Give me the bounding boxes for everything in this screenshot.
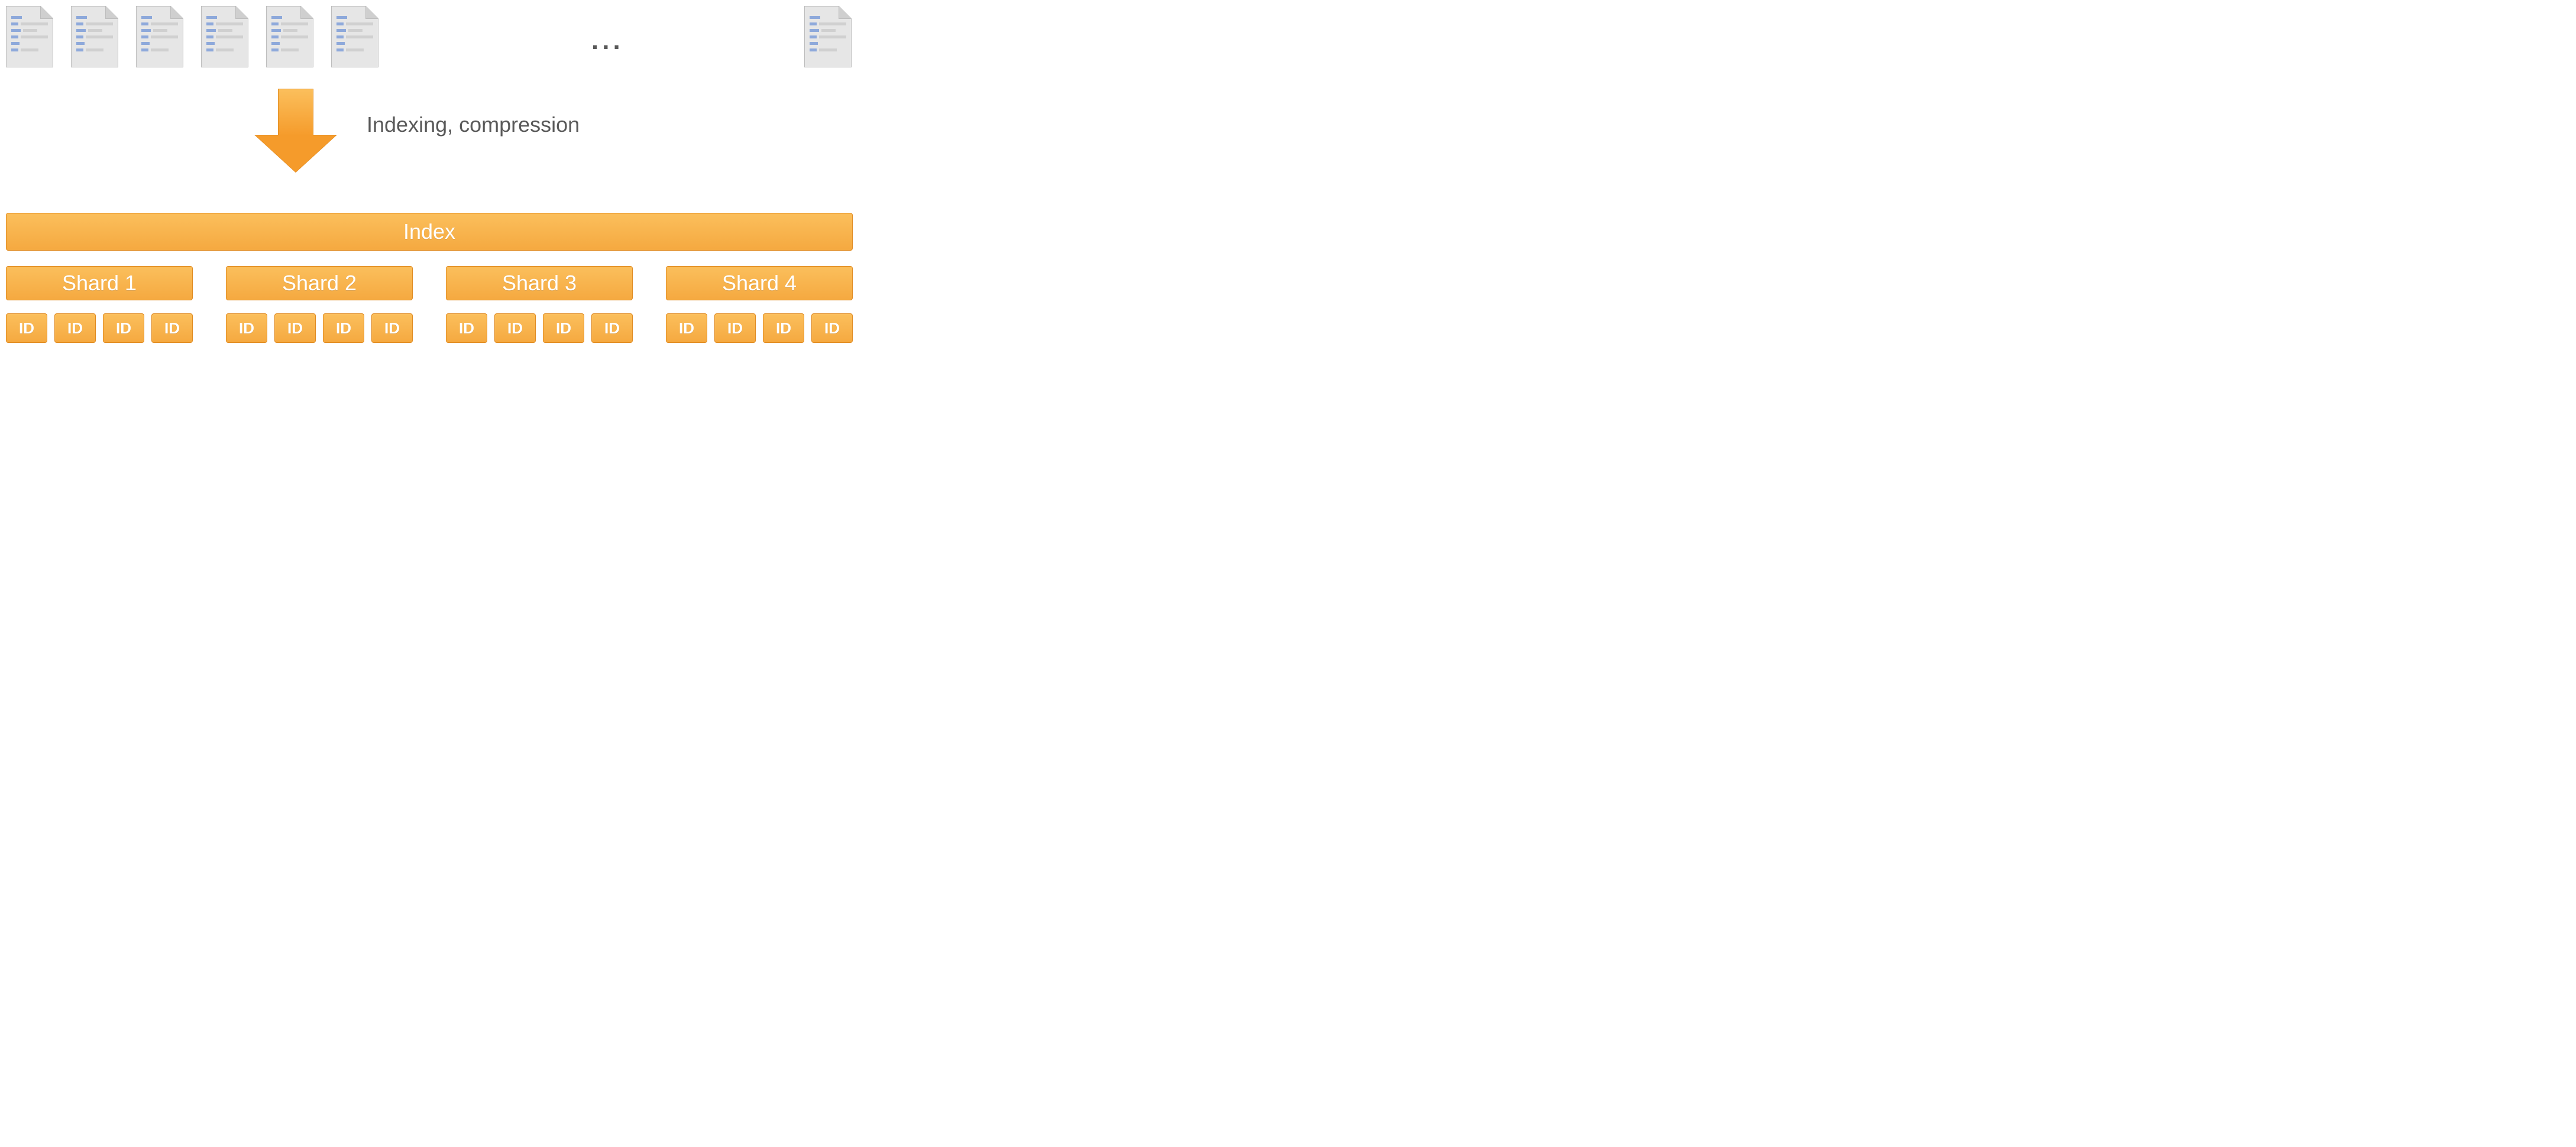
id-box: ID [226, 313, 267, 343]
ellipsis-label: ... [591, 26, 624, 56]
shard-label: Shard 1 [62, 271, 137, 296]
id-box: ID [274, 313, 316, 343]
document-icon [201, 6, 248, 67]
id-box: ID [714, 313, 756, 343]
document-icon [804, 6, 852, 67]
id-box: ID [494, 313, 536, 343]
index-box: Index [6, 213, 853, 251]
id-box: ID [811, 313, 853, 343]
document-icon [266, 6, 313, 67]
shard-label: Shard 2 [282, 271, 357, 296]
document-icon [6, 6, 53, 67]
id-box: ID [371, 313, 413, 343]
down-arrow-icon [255, 89, 336, 173]
id-box: ID [763, 313, 804, 343]
shard-box-2: Shard 2 [226, 266, 413, 300]
shard-box-3: Shard 3 [446, 266, 633, 300]
id-box: ID [591, 313, 633, 343]
id-box: ID [54, 313, 96, 343]
document-icon [136, 6, 183, 67]
id-box: ID [446, 313, 487, 343]
id-box: ID [543, 313, 584, 343]
shard-label: Shard 3 [502, 271, 577, 296]
diagram-canvas: ... Indexing, compression Index Shard 1 … [0, 0, 859, 383]
shard-box-4: Shard 4 [666, 266, 853, 300]
shard-box-1: Shard 1 [6, 266, 193, 300]
id-box: ID [103, 313, 144, 343]
document-icon [331, 6, 378, 67]
shard-label: Shard 4 [722, 271, 797, 296]
index-label: Index [403, 219, 455, 244]
id-box: ID [323, 313, 364, 343]
document-icon [71, 6, 118, 67]
id-box: ID [151, 313, 193, 343]
id-box: ID [666, 313, 707, 343]
id-box: ID [6, 313, 47, 343]
arrow-label: Indexing, compression [367, 112, 580, 137]
